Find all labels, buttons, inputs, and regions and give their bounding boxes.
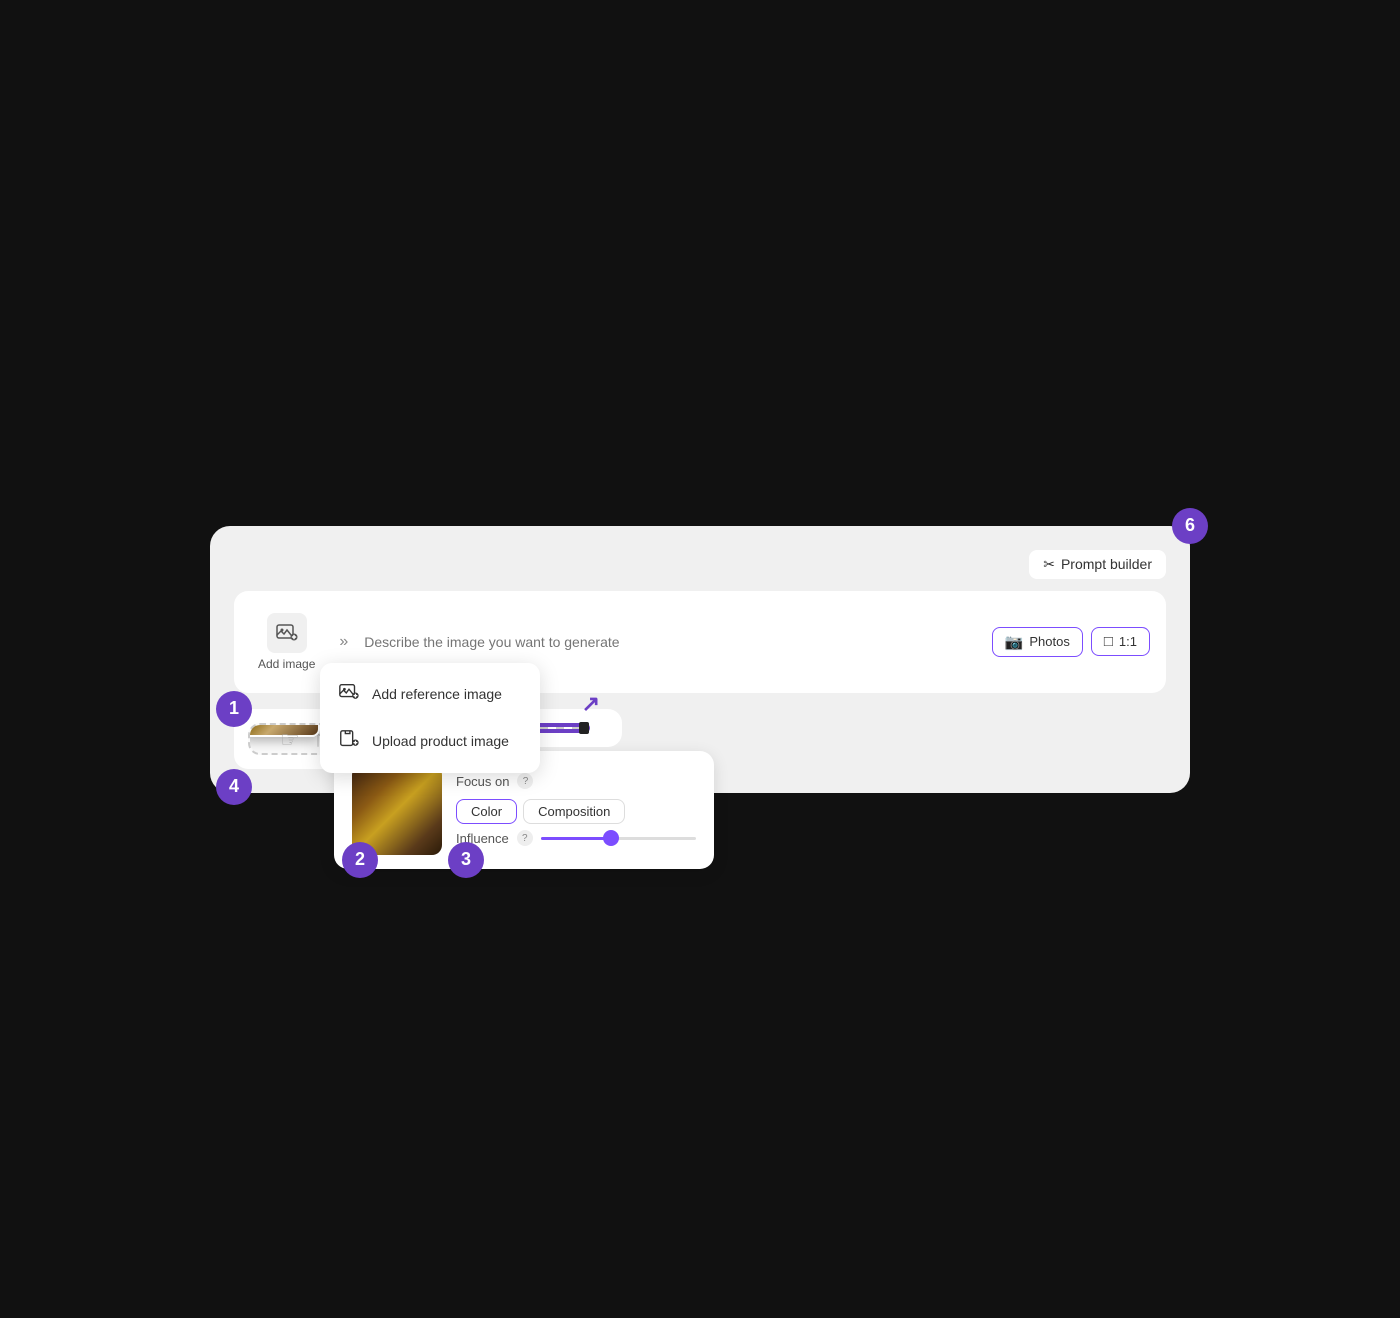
expand-button[interactable]: » <box>335 629 352 655</box>
scissors-icon: ✂ <box>1043 556 1055 573</box>
focus-label: Focus on <box>456 774 509 789</box>
badge-2: 2 <box>342 842 378 878</box>
slider-thumb[interactable] <box>603 830 619 846</box>
camera-icon: 📷 <box>1005 633 1024 651</box>
add-image-label: Add image <box>258 657 315 671</box>
color-chip[interactable]: Color <box>456 799 517 824</box>
slider-fill <box>541 837 611 840</box>
influence-help-icon[interactable]: ? <box>517 830 533 846</box>
badge-1: 1 <box>216 691 252 727</box>
cursor-hand-icon: ☞ <box>280 727 300 753</box>
prompt-builder-button[interactable]: ✂ Prompt builder <box>1029 550 1166 579</box>
right-drag-arrow: ↗ <box>582 691 600 717</box>
reference-image-icon <box>338 681 360 708</box>
main-container: ✂ Prompt builder 6 Add image » <box>210 526 1190 793</box>
upload-product-image-label: Upload product image <box>372 733 509 749</box>
focus-row: Focus on ? <box>456 773 696 789</box>
top-bar: Add image » 📷 Photos □ 1:1 <box>234 591 1166 693</box>
photos-label: Photos <box>1029 634 1069 649</box>
composition-chip[interactable]: Composition <box>523 799 625 824</box>
badge-4: 4 <box>216 769 252 805</box>
bottom-panel-image <box>352 765 442 855</box>
bottom-panel-controls: Focus on ? Color Composition Influence ? <box>456 773 696 846</box>
photos-button[interactable]: 📷 Photos <box>992 627 1083 657</box>
focus-chips: Color Composition <box>456 799 696 824</box>
prompt-builder-label: Prompt builder <box>1061 556 1152 572</box>
add-reference-image-label: Add reference image <box>372 686 502 702</box>
upload-product-image-item[interactable]: Upload product image <box>320 718 540 765</box>
top-bar-actions: 📷 Photos □ 1:1 <box>992 627 1150 657</box>
add-image-button[interactable]: Add image <box>250 605 323 679</box>
add-image-icon <box>267 613 307 653</box>
ratio-button[interactable]: □ 1:1 <box>1091 627 1150 656</box>
ratio-icon: □ <box>1104 633 1113 650</box>
focus-help-icon[interactable]: ? <box>517 773 533 789</box>
add-reference-image-item[interactable]: Add reference image <box>320 671 540 718</box>
product-image-icon <box>338 728 360 755</box>
influence-slider[interactable] <box>541 837 696 840</box>
right-image-grid <box>600 723 608 733</box>
prompt-builder-header: ✂ Prompt builder 6 <box>234 550 1166 579</box>
dropdown-menu: Add reference image Upload product image <box>320 663 540 773</box>
badge-6: 6 <box>1172 508 1208 544</box>
prompt-input[interactable] <box>364 634 979 650</box>
ratio-label: 1:1 <box>1119 634 1137 649</box>
badge-3: 3 <box>448 842 484 878</box>
handle-mid-right[interactable] <box>579 723 589 733</box>
influence-row: Influence ? <box>456 830 696 846</box>
